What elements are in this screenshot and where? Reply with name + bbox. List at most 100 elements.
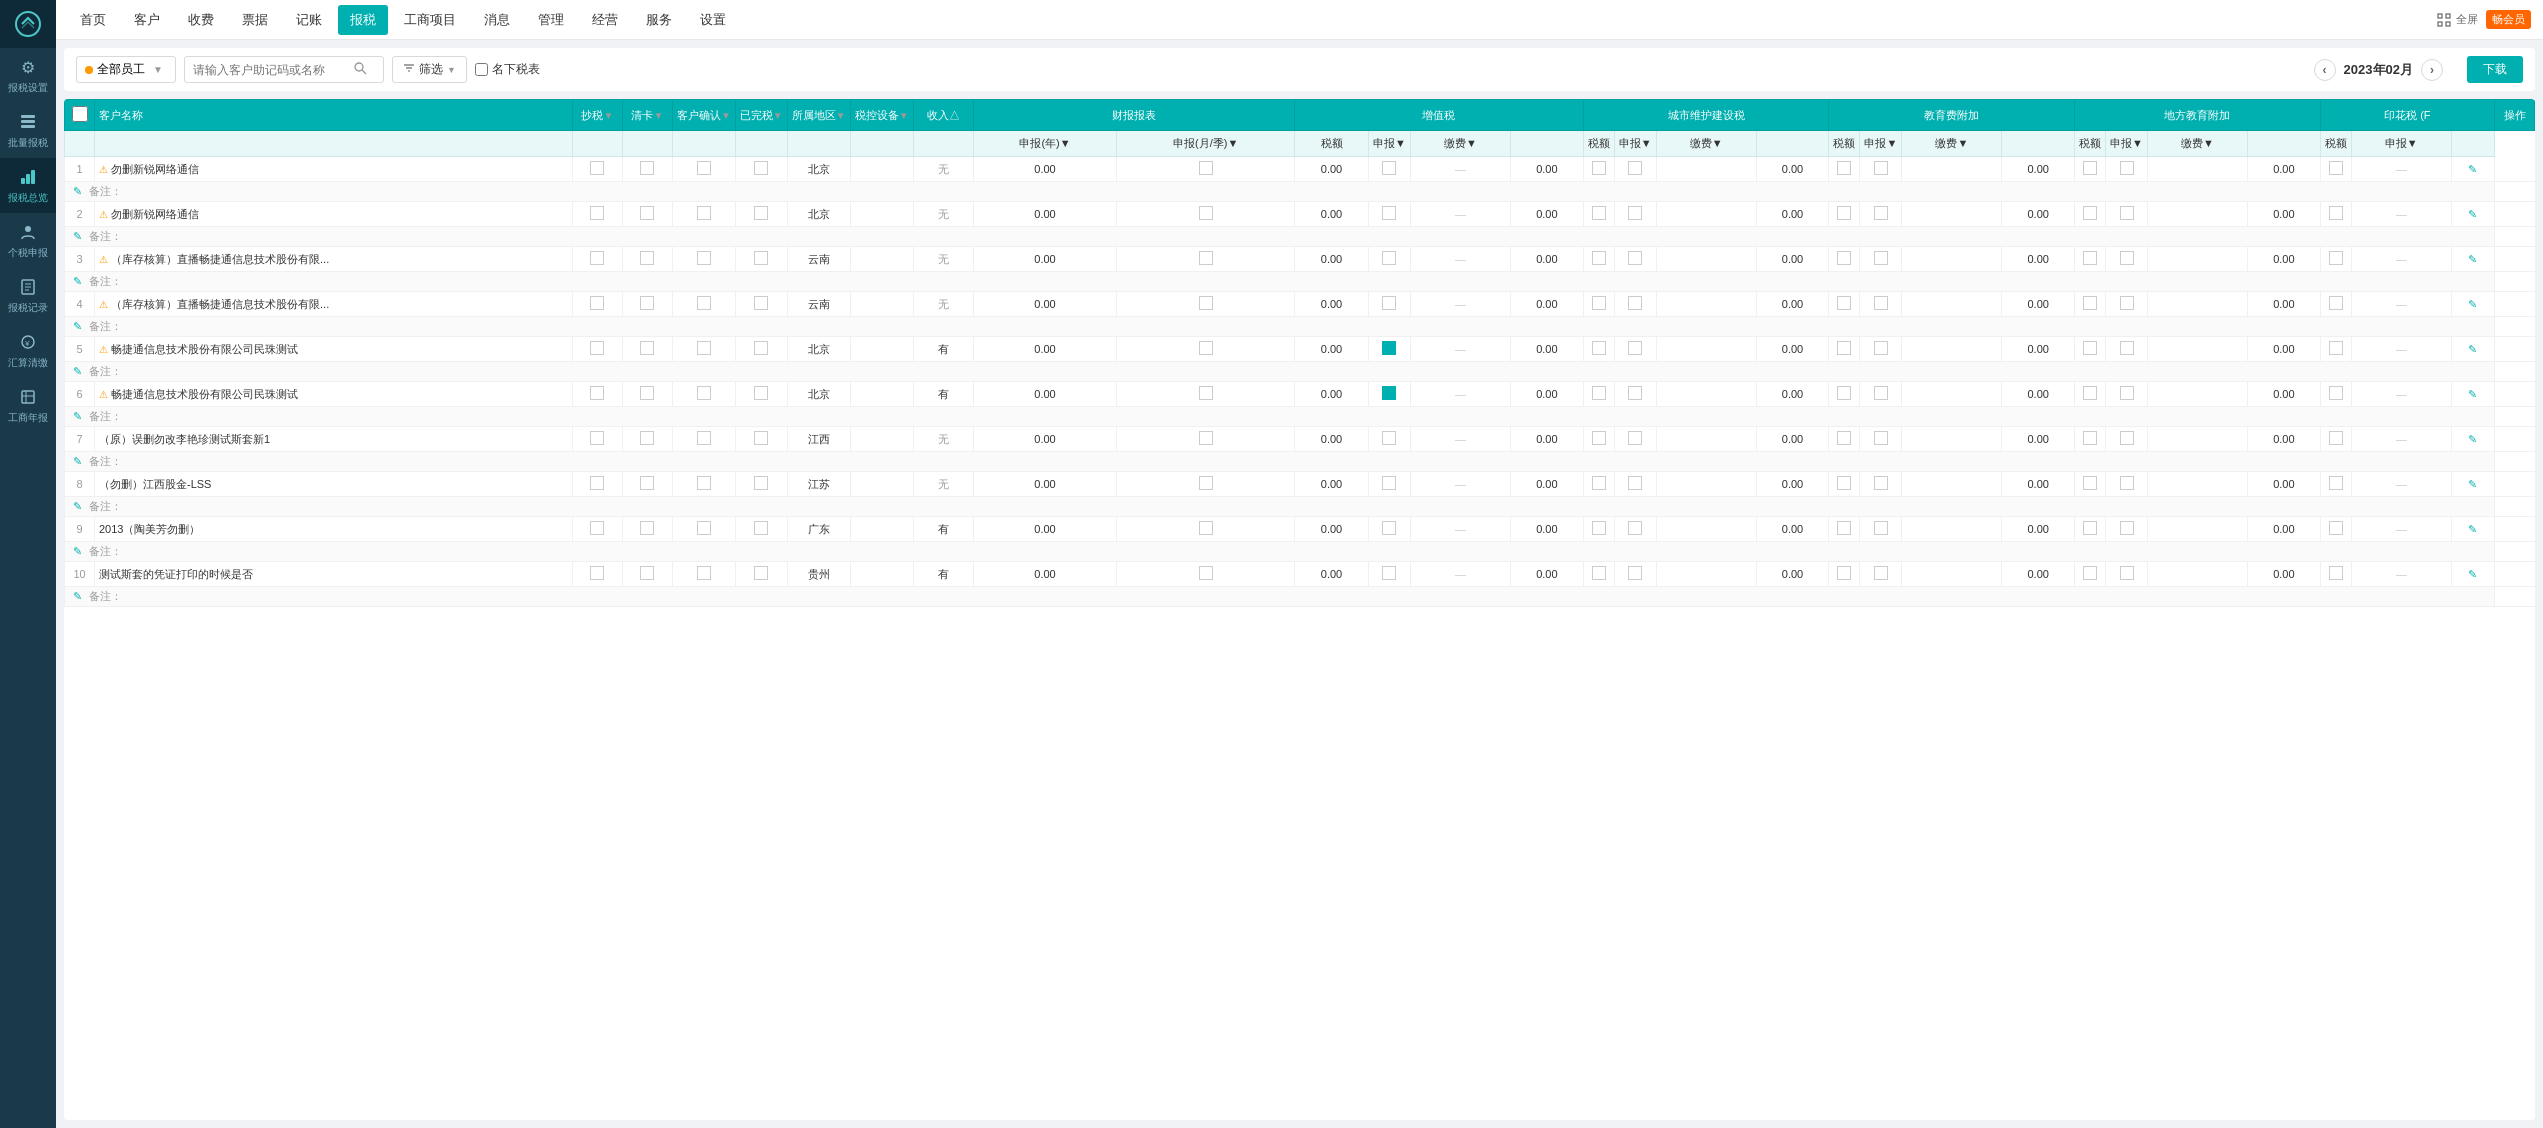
checkbox-empty[interactable] bbox=[697, 341, 711, 355]
checkbox-empty[interactable] bbox=[1592, 386, 1606, 400]
checkbox-empty[interactable] bbox=[1592, 251, 1606, 265]
checkbox-empty[interactable] bbox=[1382, 566, 1396, 580]
checkbox-empty[interactable] bbox=[1628, 476, 1642, 490]
checkbox-empty[interactable] bbox=[640, 476, 654, 490]
checkbox-empty[interactable] bbox=[754, 296, 768, 310]
checkbox-empty[interactable] bbox=[640, 296, 654, 310]
search-input[interactable] bbox=[193, 63, 353, 77]
chaoshui-cell[interactable] bbox=[572, 337, 622, 362]
yiwanshui-cell[interactable] bbox=[735, 157, 787, 182]
checkbox-empty[interactable] bbox=[1874, 476, 1888, 490]
checkbox-empty[interactable] bbox=[1837, 206, 1851, 220]
yiwanshui-cell[interactable] bbox=[735, 292, 787, 317]
checkbox-empty[interactable] bbox=[1874, 566, 1888, 580]
checkbox-empty[interactable] bbox=[2083, 386, 2097, 400]
city-pay-cell[interactable] bbox=[1614, 202, 1656, 227]
local-pay-cell[interactable] bbox=[2106, 427, 2148, 452]
checkbox-empty[interactable] bbox=[1592, 566, 1606, 580]
yiwanshui-cell[interactable] bbox=[735, 562, 787, 587]
checkbox-empty[interactable] bbox=[1199, 206, 1213, 220]
local-declare-cell[interactable] bbox=[2075, 427, 2106, 452]
checkbox-empty[interactable] bbox=[1837, 386, 1851, 400]
kehuqueren-cell[interactable] bbox=[672, 382, 735, 407]
checkbox-empty[interactable] bbox=[1628, 521, 1642, 535]
edit-icon[interactable]: ✎ bbox=[2468, 208, 2477, 220]
city-pay-cell[interactable] bbox=[1614, 427, 1656, 452]
financial-month-cell[interactable] bbox=[1117, 337, 1295, 362]
edu-declare-cell[interactable] bbox=[1829, 562, 1860, 587]
checkbox-empty[interactable] bbox=[590, 206, 604, 220]
kehuqueren-cell[interactable] bbox=[672, 562, 735, 587]
checkbox-empty[interactable] bbox=[2120, 476, 2134, 490]
city-pay-cell[interactable] bbox=[1614, 382, 1656, 407]
edu-declare-cell[interactable] bbox=[1829, 382, 1860, 407]
vat-declare-cell[interactable] bbox=[1369, 382, 1411, 407]
yiwanshui-cell[interactable] bbox=[735, 517, 787, 542]
action-cell[interactable]: ✎ bbox=[2451, 517, 2494, 542]
nav-service[interactable]: 服务 bbox=[634, 5, 684, 35]
checkbox-empty[interactable] bbox=[754, 521, 768, 535]
sidebar-item-baoshuijilu[interactable]: 报税记录 bbox=[0, 268, 56, 323]
edit-icon[interactable]: ✎ bbox=[2468, 343, 2477, 355]
chaoshui-cell[interactable] bbox=[572, 427, 622, 452]
checkbox-empty[interactable] bbox=[1382, 206, 1396, 220]
checkbox-empty[interactable] bbox=[1874, 431, 1888, 445]
city-declare-cell[interactable] bbox=[1583, 472, 1614, 497]
edu-pay-cell[interactable] bbox=[1860, 157, 1902, 182]
checkbox-empty[interactable] bbox=[2120, 431, 2134, 445]
city-declare-cell[interactable] bbox=[1583, 382, 1614, 407]
checkbox-empty[interactable] bbox=[590, 296, 604, 310]
checkbox-empty[interactable] bbox=[1874, 296, 1888, 310]
checkbox-empty[interactable] bbox=[1199, 476, 1213, 490]
checkbox-empty[interactable] bbox=[2120, 161, 2134, 175]
edu-pay-cell[interactable] bbox=[1860, 472, 1902, 497]
edit-icon[interactable]: ✎ bbox=[2468, 253, 2477, 265]
edit-icon[interactable]: ✎ bbox=[2468, 478, 2477, 490]
city-declare-cell[interactable] bbox=[1583, 337, 1614, 362]
kehuqueren-cell[interactable] bbox=[672, 292, 735, 317]
city-pay-cell[interactable] bbox=[1614, 517, 1656, 542]
nav-manage[interactable]: 管理 bbox=[526, 5, 576, 35]
kehuqueren-cell[interactable] bbox=[672, 202, 735, 227]
checkbox-empty[interactable] bbox=[1592, 296, 1606, 310]
kehuqueren-cell[interactable] bbox=[672, 337, 735, 362]
checkbox-empty[interactable] bbox=[2329, 431, 2343, 445]
checkbox-empty[interactable] bbox=[640, 341, 654, 355]
checkbox-empty[interactable] bbox=[2329, 161, 2343, 175]
checkbox-empty[interactable] bbox=[2120, 566, 2134, 580]
checkbox-empty[interactable] bbox=[1628, 431, 1642, 445]
checkbox-empty[interactable] bbox=[2329, 341, 2343, 355]
local-pay-cell[interactable] bbox=[2106, 337, 2148, 362]
checkbox-empty[interactable] bbox=[697, 476, 711, 490]
kehuqueren-cell[interactable] bbox=[672, 157, 735, 182]
sidebar-item-huisuanqingjiao[interactable]: ¥ 汇算清缴 bbox=[0, 323, 56, 378]
checkbox-empty[interactable] bbox=[590, 566, 604, 580]
stamp-declare-cell[interactable] bbox=[2320, 202, 2351, 227]
checkbox-empty[interactable] bbox=[590, 431, 604, 445]
vat-declare-cell[interactable] bbox=[1369, 247, 1411, 272]
kehuqueren-cell[interactable] bbox=[672, 247, 735, 272]
checkbox-empty[interactable] bbox=[754, 251, 768, 265]
checkbox-empty[interactable] bbox=[2083, 161, 2097, 175]
local-pay-cell[interactable] bbox=[2106, 517, 2148, 542]
sidebar-item-piliangbaoshui[interactable]: 批量报税 bbox=[0, 103, 56, 158]
checkbox-empty[interactable] bbox=[697, 521, 711, 535]
checkbox-empty[interactable] bbox=[1874, 251, 1888, 265]
financial-month-cell[interactable] bbox=[1117, 382, 1295, 407]
action-cell[interactable]: ✎ bbox=[2451, 427, 2494, 452]
checkbox-empty[interactable] bbox=[2329, 206, 2343, 220]
edu-declare-cell[interactable] bbox=[1829, 157, 1860, 182]
checkbox-empty[interactable] bbox=[697, 431, 711, 445]
stamp-declare-cell[interactable] bbox=[2320, 292, 2351, 317]
chaoshui-cell[interactable] bbox=[572, 292, 622, 317]
checkbox-empty[interactable] bbox=[640, 161, 654, 175]
checkbox-empty[interactable] bbox=[697, 206, 711, 220]
city-declare-cell[interactable] bbox=[1583, 247, 1614, 272]
checkbox-empty[interactable] bbox=[1837, 341, 1851, 355]
checkbox-empty[interactable] bbox=[1592, 161, 1606, 175]
sidebar-item-gongshangnianbao[interactable]: 工商年报 bbox=[0, 378, 56, 433]
city-pay-cell[interactable] bbox=[1614, 337, 1656, 362]
checkbox-checked[interactable] bbox=[1382, 386, 1396, 400]
edu-pay-cell[interactable] bbox=[1860, 517, 1902, 542]
checkbox-empty[interactable] bbox=[1874, 206, 1888, 220]
